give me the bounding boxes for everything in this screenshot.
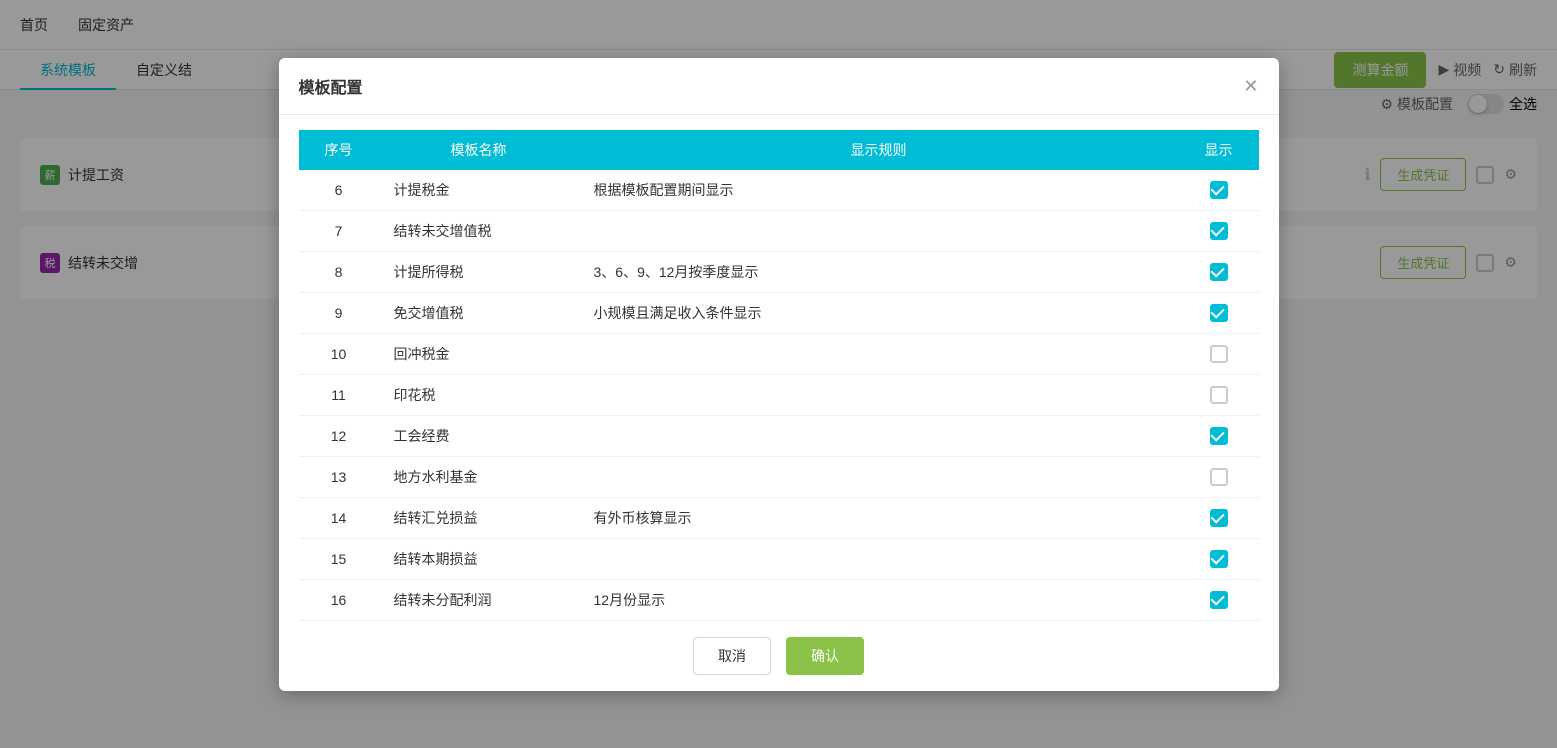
dialog-body: 序号 模板名称 显示规则 显示 6计提税金根据模板配置期间显示7结转未交增值税8… xyxy=(279,115,1279,621)
row-checkbox-10[interactable] xyxy=(1210,345,1228,363)
cell-name: 结转本期损益 xyxy=(379,538,579,579)
row-checkbox-12[interactable] xyxy=(1210,427,1228,445)
cell-checkbox xyxy=(1179,210,1259,251)
cell-rule: 12月份显示 xyxy=(579,579,1179,620)
cell-name: 印花税 xyxy=(379,374,579,415)
cell-checkbox xyxy=(1179,292,1259,333)
cell-name: 地方水利基金 xyxy=(379,456,579,497)
cell-checkbox xyxy=(1179,579,1259,620)
config-table: 序号 模板名称 显示规则 显示 6计提税金根据模板配置期间显示7结转未交增值税8… xyxy=(299,130,1259,621)
cell-checkbox xyxy=(1179,251,1259,292)
table-row: 10回冲税金 xyxy=(299,333,1259,374)
cell-rule xyxy=(579,374,1179,415)
table-row: 13地方水利基金 xyxy=(299,456,1259,497)
dialog-title: 模板配置 xyxy=(299,74,363,98)
cell-no: 14 xyxy=(299,497,379,538)
cell-rule: 根据模板配置期间显示 xyxy=(579,170,1179,211)
cell-no: 7 xyxy=(299,210,379,251)
cell-checkbox xyxy=(1179,415,1259,456)
row-checkbox-13[interactable] xyxy=(1210,468,1228,486)
row-checkbox-14[interactable] xyxy=(1210,509,1228,527)
cell-rule xyxy=(579,333,1179,374)
cell-no: 9 xyxy=(299,292,379,333)
cell-no: 15 xyxy=(299,538,379,579)
col-header-name: 模板名称 xyxy=(379,130,579,170)
cell-no: 11 xyxy=(299,374,379,415)
col-header-no: 序号 xyxy=(299,130,379,170)
row-checkbox-16[interactable] xyxy=(1210,591,1228,609)
cell-rule xyxy=(579,210,1179,251)
dialog-header: 模板配置 ✕ xyxy=(279,58,1279,115)
table-wrapper[interactable]: 序号 模板名称 显示规则 显示 6计提税金根据模板配置期间显示7结转未交增值税8… xyxy=(299,130,1259,621)
cell-no: 16 xyxy=(299,579,379,620)
cell-checkbox xyxy=(1179,374,1259,415)
col-header-display: 显示 xyxy=(1179,130,1259,170)
cell-checkbox xyxy=(1179,538,1259,579)
table-row: 14结转汇兑损益有外币核算显示 xyxy=(299,497,1259,538)
cell-name: 回冲税金 xyxy=(379,333,579,374)
table-row: 7结转未交增值税 xyxy=(299,210,1259,251)
cell-name: 计提税金 xyxy=(379,170,579,211)
table-row: 8计提所得税3、6、9、12月按季度显示 xyxy=(299,251,1259,292)
table-row: 9免交增值税小规模且满足收入条件显示 xyxy=(299,292,1259,333)
row-checkbox-15[interactable] xyxy=(1210,550,1228,568)
cell-checkbox xyxy=(1179,456,1259,497)
modal-overlay: 模板配置 ✕ 序号 模板名称 显示规则 显示 6计提税金根据模板配置期间显 xyxy=(0,0,1557,748)
cell-no: 8 xyxy=(299,251,379,292)
dialog-footer: 取消 确认 xyxy=(279,621,1279,691)
cell-rule: 小规模且满足收入条件显示 xyxy=(579,292,1179,333)
cell-rule: 3、6、9、12月按季度显示 xyxy=(579,251,1179,292)
table-row: 11印花税 xyxy=(299,374,1259,415)
cell-checkbox xyxy=(1179,170,1259,211)
dialog-close-button[interactable]: ✕ xyxy=(1243,77,1258,95)
cell-rule xyxy=(579,415,1179,456)
cell-no: 13 xyxy=(299,456,379,497)
cell-no: 6 xyxy=(299,170,379,211)
confirm-button[interactable]: 确认 xyxy=(786,637,864,675)
cell-no: 10 xyxy=(299,333,379,374)
cell-name: 结转未分配利润 xyxy=(379,579,579,620)
template-config-dialog: 模板配置 ✕ 序号 模板名称 显示规则 显示 6计提税金根据模板配置期间显 xyxy=(279,58,1279,691)
table-row: 16结转未分配利润12月份显示 xyxy=(299,579,1259,620)
cell-name: 结转汇兑损益 xyxy=(379,497,579,538)
row-checkbox-8[interactable] xyxy=(1210,263,1228,281)
row-checkbox-9[interactable] xyxy=(1210,304,1228,322)
table-row: 15结转本期损益 xyxy=(299,538,1259,579)
cell-no: 12 xyxy=(299,415,379,456)
row-checkbox-11[interactable] xyxy=(1210,386,1228,404)
cell-name: 计提所得税 xyxy=(379,251,579,292)
row-checkbox-7[interactable] xyxy=(1210,222,1228,240)
cell-name: 工会经费 xyxy=(379,415,579,456)
cancel-button[interactable]: 取消 xyxy=(693,637,771,675)
row-checkbox-6[interactable] xyxy=(1210,181,1228,199)
cell-rule xyxy=(579,538,1179,579)
cell-name: 免交增值税 xyxy=(379,292,579,333)
col-header-rule: 显示规则 xyxy=(579,130,1179,170)
table-row: 12工会经费 xyxy=(299,415,1259,456)
cell-name: 结转未交增值税 xyxy=(379,210,579,251)
cell-rule: 有外币核算显示 xyxy=(579,497,1179,538)
cell-checkbox xyxy=(1179,497,1259,538)
cell-rule xyxy=(579,456,1179,497)
table-row: 6计提税金根据模板配置期间显示 xyxy=(299,170,1259,211)
cell-checkbox xyxy=(1179,333,1259,374)
